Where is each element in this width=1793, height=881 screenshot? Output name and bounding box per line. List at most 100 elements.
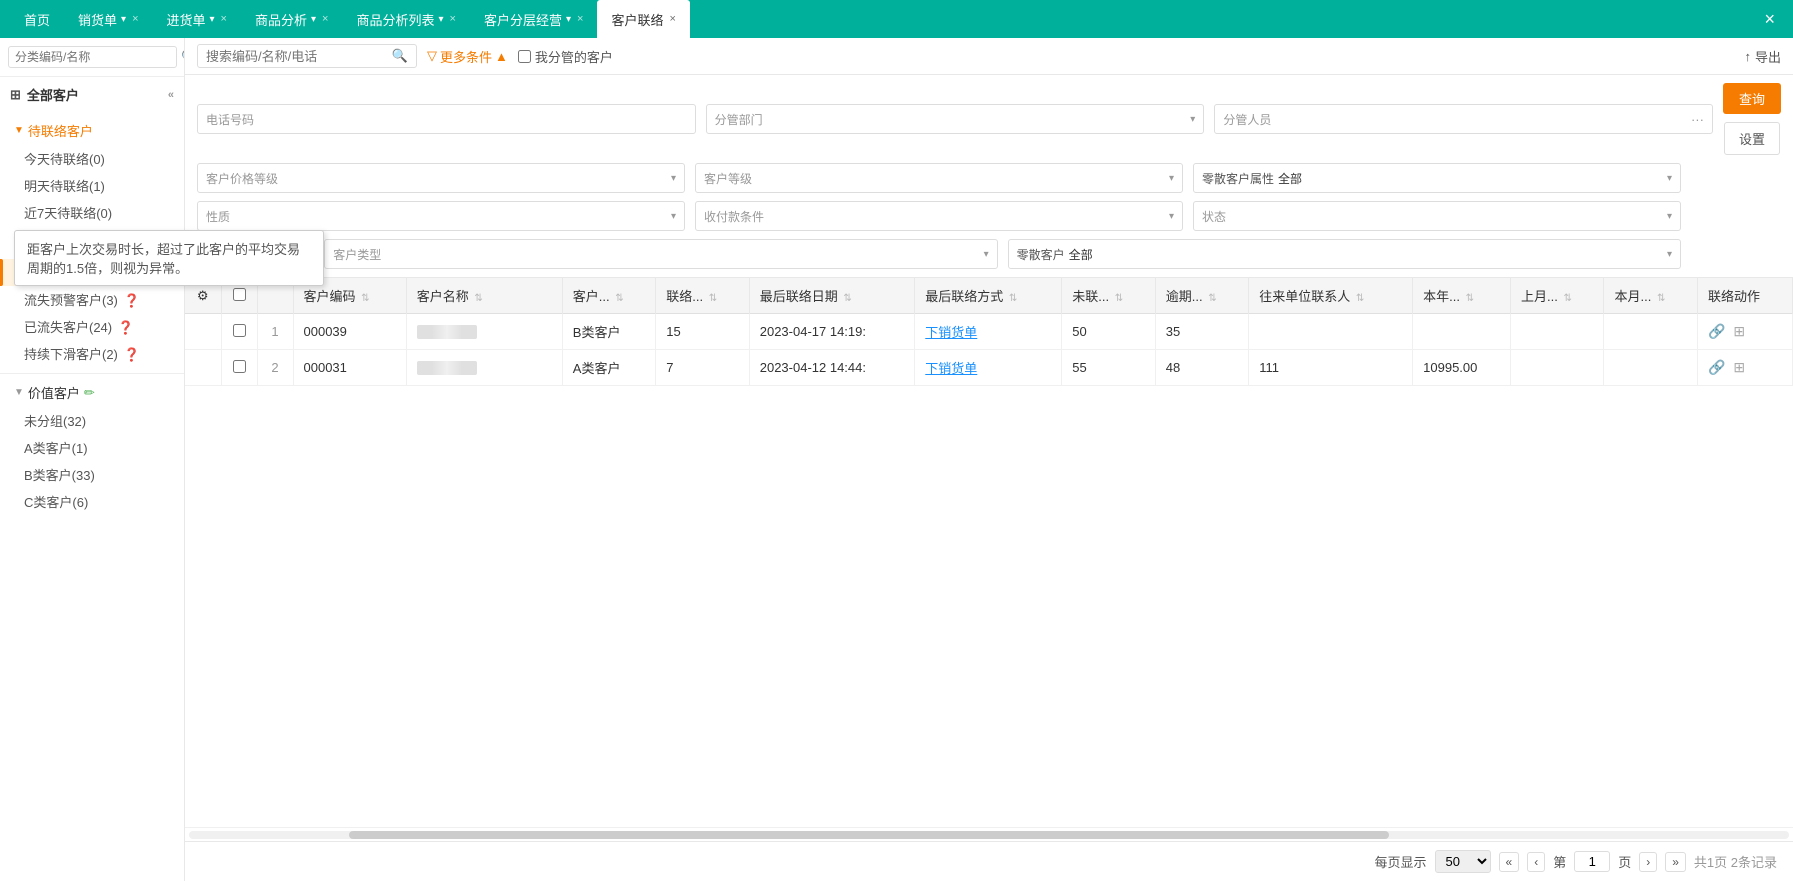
per-page-select[interactable]: 50 100 (1435, 850, 1491, 873)
price-grade-field[interactable]: 客户价格等级 ▾ (197, 163, 685, 193)
dept-arrow: ▾ (1190, 114, 1195, 125)
sidebar-item-b-class[interactable]: B类客户(33) (0, 461, 184, 488)
sidebar-item-churned[interactable]: 已流失客户(24) ❓ (0, 313, 184, 340)
search-input[interactable] (206, 49, 392, 64)
tab-product-analysis[interactable]: 商品分析 ▾ × (241, 0, 342, 38)
value-customers-edit-icon[interactable]: ✏ (84, 385, 95, 401)
tab-purchase[interactable]: 进货单 ▾ × (153, 0, 241, 38)
my-customer-checkbox-area[interactable]: 我分管的客户 (518, 47, 613, 66)
sidebar-item-7days[interactable]: 近7天待联络(0) (0, 199, 184, 226)
tomorrow-label: 明天待联络(1) (24, 179, 105, 194)
value-customers-title[interactable]: ▼ 价值客户 ✏ (0, 378, 184, 407)
query-button[interactable]: 查询 (1723, 83, 1781, 114)
this-month-column-header[interactable]: 本月... ⇅ (1604, 278, 1697, 314)
sidebar-item-declining[interactable]: 持续下滑客户(2) ❓ (0, 340, 184, 367)
row1-link-icon[interactable]: 🔗 (1708, 323, 1725, 340)
export-button[interactable]: ↑ 导出 (1744, 47, 1781, 66)
retail-attr-field[interactable]: 零散客户属性 全部 ▾ (1193, 163, 1681, 193)
this-year-column-header[interactable]: 本年... ⇅ (1413, 278, 1511, 314)
payment-field[interactable]: 收付款条件 ▾ (695, 201, 1183, 231)
status-label: 状态 (1202, 208, 1226, 225)
tab-product-list[interactable]: 商品分析列表 ▾ × (342, 0, 469, 38)
sidebar-item-unclassified[interactable]: 未分组(32) (0, 407, 184, 434)
window-close-button[interactable]: × (1756, 9, 1783, 30)
retail-customer-field[interactable]: 零散客户 全部 ▾ (1008, 239, 1681, 269)
grid-icon: ⊞ (10, 87, 21, 103)
unit-contact-column-header[interactable]: 往来单位联系人 ⇅ (1249, 278, 1413, 314)
sidebar-collapse-icon[interactable]: « (168, 89, 174, 101)
a-class-label: A类客户(1) (24, 441, 88, 456)
scroll-thumb[interactable] (349, 831, 1389, 839)
retail-attr-value: 全部 (1278, 170, 1663, 187)
sidebar-item-today[interactable]: 今天待联络(0) (0, 145, 184, 172)
first-page-button[interactable]: « (1499, 852, 1520, 872)
row1-this-month (1604, 314, 1697, 350)
row2-link-icon[interactable]: 🔗 (1708, 359, 1725, 376)
person-dots[interactable]: ··· (1691, 112, 1704, 127)
price-grade-label: 客户价格等级 (206, 170, 278, 187)
sidebar-search-area: 🔍 (0, 38, 184, 77)
sidebar-search-input[interactable] (8, 46, 177, 68)
horizontal-scrollbar[interactable] (185, 827, 1793, 841)
tab-customer-contact[interactable]: 客户联络 × (597, 0, 689, 38)
next-page-button[interactable]: › (1639, 852, 1657, 872)
search-icon[interactable]: 🔍 (392, 48, 408, 64)
tab-product-list-close[interactable]: × (450, 13, 456, 25)
dept-label: 分管部门 (715, 111, 763, 128)
contact-column-header[interactable]: 联络... ⇅ (656, 278, 749, 314)
more-filter-button[interactable]: ▽ 更多条件 ▲ (427, 47, 508, 66)
tab-sales-close[interactable]: × (132, 13, 138, 25)
my-customer-checkbox[interactable] (518, 50, 531, 63)
tab-purchase-close[interactable]: × (221, 13, 227, 25)
settings-button[interactable]: 设置 (1724, 122, 1780, 155)
pending-contact-arrow: ▼ (14, 125, 24, 136)
tab-sales[interactable]: 销货单 ▾ × (64, 0, 152, 38)
last-contact-method-column-header[interactable]: 最后联络方式 ⇅ (915, 278, 1062, 314)
row1-last-contact-method[interactable]: 下销货单 (915, 314, 1062, 350)
tab-customer-mgmt[interactable]: 客户分层经营 ▾ × (470, 0, 597, 38)
overdue-column-header[interactable]: 逾期... ⇅ (1155, 278, 1248, 314)
tab-customer-contact-close[interactable]: × (669, 13, 675, 25)
page-number-input[interactable] (1574, 851, 1610, 872)
name-column-header[interactable]: 客户名称 ⇅ (406, 278, 562, 314)
row2-checkbox[interactable] (221, 350, 257, 386)
row1-grid-icon[interactable]: ⊞ (1733, 323, 1745, 340)
nature-field[interactable]: 性质 ▾ (197, 201, 685, 231)
pending-contact-title[interactable]: ▼ 待联络客户 (0, 116, 184, 145)
contact-sort-icon: ⇅ (709, 293, 717, 304)
dept-field[interactable]: 分管部门 ▾ (706, 104, 1205, 134)
sidebar-item-c-class[interactable]: C类客户(6) (0, 488, 184, 515)
tab-product-analysis-label: 商品分析 (255, 10, 307, 29)
unpaid-column-header[interactable]: 未联... ⇅ (1062, 278, 1155, 314)
row2-last-contact-date: 2023-04-12 14:44: (749, 350, 915, 386)
last-contact-date-column-header[interactable]: 最后联络日期 ⇅ (749, 278, 915, 314)
row2-grid-icon[interactable]: ⊞ (1733, 359, 1745, 376)
tab-purchase-label: 进货单 (167, 10, 206, 29)
prev-page-button[interactable]: ‹ (1527, 852, 1545, 872)
row2-unit-contact: 111 (1249, 350, 1413, 386)
all-customers-title[interactable]: ⊞ 全部客户 « (0, 77, 184, 112)
select-all-checkbox[interactable] (233, 288, 246, 301)
customer-grade-label: 客户等级 (704, 170, 752, 187)
last-page-button[interactable]: » (1665, 852, 1686, 872)
row2-this-year: 10995.00 (1413, 350, 1511, 386)
customer-grade-field[interactable]: 客户等级 ▾ (695, 163, 1183, 193)
person-field[interactable]: 分管人员 ··· (1214, 104, 1713, 134)
phone-field[interactable]: 电话号码 (197, 104, 696, 134)
customer-type-field[interactable]: 客户类型 ▾ (324, 239, 997, 269)
tab-home[interactable]: 首页 (10, 0, 64, 38)
sidebar-item-a-class[interactable]: A类客户(1) (0, 434, 184, 461)
sidebar-item-tomorrow[interactable]: 明天待联络(1) (0, 172, 184, 199)
row2-select-checkbox[interactable] (233, 360, 246, 373)
type-column-header[interactable]: 客户... ⇅ (562, 278, 655, 314)
tab-customer-mgmt-close[interactable]: × (577, 13, 583, 25)
tab-product-analysis-close[interactable]: × (322, 13, 328, 25)
sidebar-item-churn-warning[interactable]: 流失预警客户(3) ❓ (0, 286, 184, 313)
row2-last-contact-method[interactable]: 下销货单 (915, 350, 1062, 386)
row1-select-checkbox[interactable] (233, 324, 246, 337)
status-field[interactable]: 状态 ▾ (1193, 201, 1681, 231)
row1-checkbox[interactable] (221, 314, 257, 350)
search-field-container: 🔍 (197, 44, 417, 68)
filter-row-1: 电话号码 分管部门 ▾ 分管人员 ··· 查询 设置 (197, 83, 1781, 155)
last-month-column-header[interactable]: 上月... ⇅ (1511, 278, 1604, 314)
